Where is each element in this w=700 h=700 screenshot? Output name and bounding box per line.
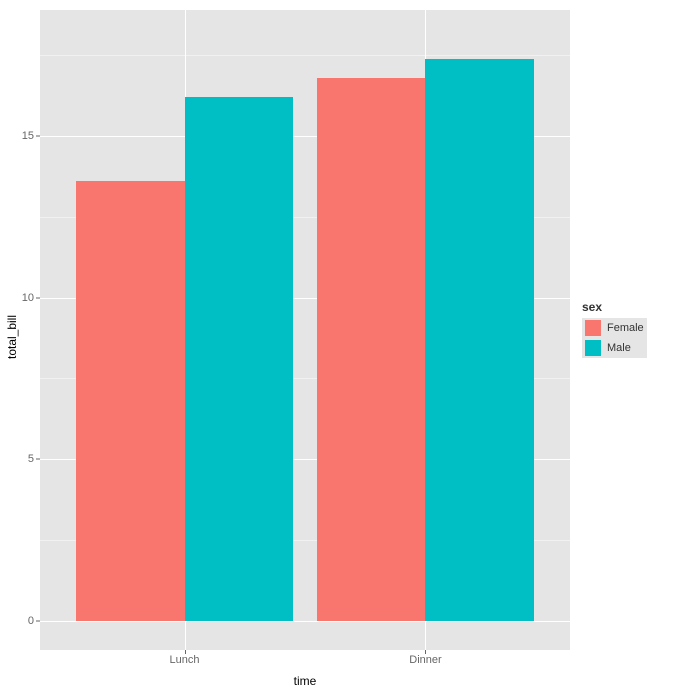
legend-title: sex bbox=[582, 300, 647, 314]
x-tick-mark bbox=[185, 650, 186, 654]
y-axis-label: total_bill bbox=[5, 315, 19, 359]
bar-dinner-male bbox=[425, 59, 533, 621]
grouped-bar-chart: total_bill 0 5 10 15 Lunch Dinner time s… bbox=[0, 0, 700, 700]
plot-panel bbox=[40, 10, 570, 650]
bar-lunch-female bbox=[76, 181, 184, 621]
y-tick-label: 5 bbox=[4, 453, 34, 465]
legend-label: Male bbox=[607, 342, 631, 354]
legend-item: Female bbox=[582, 318, 647, 338]
y-tick-label: 15 bbox=[4, 130, 34, 142]
legend-swatch-female bbox=[585, 320, 601, 336]
legend-item: Male bbox=[582, 338, 647, 358]
y-tick-label: 10 bbox=[4, 292, 34, 304]
x-tick-mark bbox=[425, 650, 426, 654]
x-tick-label: Dinner bbox=[409, 654, 441, 666]
bar-dinner-female bbox=[317, 78, 425, 621]
x-tick-label: Lunch bbox=[170, 654, 200, 666]
grid-line-horizontal bbox=[40, 621, 570, 622]
legend: sex Female Male bbox=[582, 300, 647, 358]
x-axis-label: time bbox=[40, 674, 570, 688]
y-tick-label: 0 bbox=[4, 615, 34, 627]
bar-lunch-male bbox=[185, 97, 293, 621]
legend-label: Female bbox=[607, 322, 644, 334]
grid-line-horizontal-minor bbox=[40, 55, 570, 56]
legend-swatch-male bbox=[585, 340, 601, 356]
